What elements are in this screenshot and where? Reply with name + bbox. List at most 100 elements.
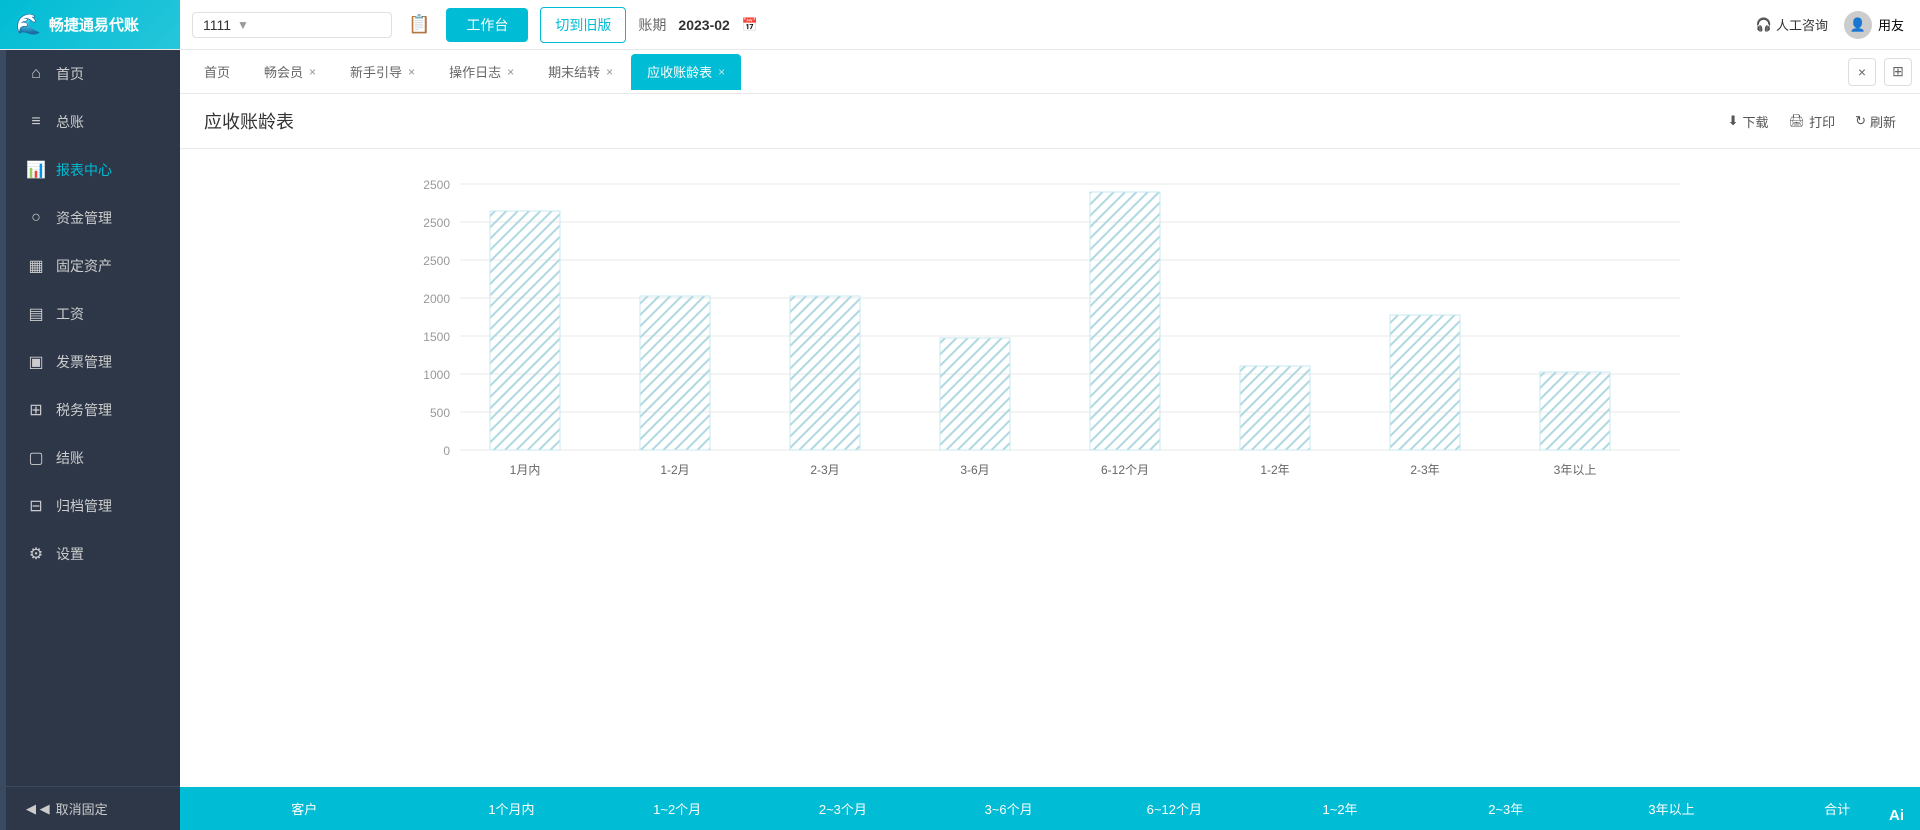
tab-log-close[interactable]: × (507, 65, 514, 79)
sidebar-item-funds[interactable]: ○ 资金管理 (0, 194, 180, 242)
sidebar-item-checkout[interactable]: ▢ 结账 (0, 434, 180, 482)
page-title: 应收账龄表 (204, 108, 294, 134)
tab-home[interactable]: 首页 (188, 54, 246, 90)
svg-text:2000: 2000 (423, 292, 450, 306)
consultation-label: 人工咨询 (1776, 15, 1828, 34)
sidebar-label-settings: 设置 (56, 544, 84, 564)
tab-vip[interactable]: 畅会员 × (248, 54, 332, 90)
tab-period-end[interactable]: 期末结转 × (532, 54, 629, 90)
invoice-icon: ▣ (26, 352, 46, 372)
main-layout: ⌂ 首页 ≡ 总账 📊 报表中心 ○ 资金管理 ▦ 固定资产 ▤ 工资 ▣ 发票… (0, 50, 1920, 830)
print-button[interactable]: 🖨 打印 (1789, 112, 1836, 131)
tab-log[interactable]: 操作日志 × (433, 54, 530, 90)
settings-icon: ⚙ (26, 544, 46, 564)
tab-guide-close[interactable]: × (408, 65, 415, 79)
company-name: 1111 (203, 17, 231, 33)
expand-tab-button[interactable]: ⊞ (1884, 58, 1912, 86)
tab-vip-close[interactable]: × (309, 65, 316, 79)
archive-sidebar-icon: ⊟ (26, 496, 46, 516)
svg-text:500: 500 (430, 406, 450, 420)
funds-icon: ○ (26, 209, 46, 227)
chart-area: 2500 2500 2500 2000 1500 1000 500 0 (180, 149, 1920, 787)
svg-text:0: 0 (443, 444, 450, 458)
bar-chart: 2500 2500 2500 2000 1500 1000 500 0 (204, 169, 1896, 549)
user-name: 用友 (1878, 15, 1904, 34)
tab-vip-label: 畅会员 (264, 62, 303, 81)
col-1-2m: 1~2个月 (594, 799, 760, 818)
refresh-label: 刷新 (1870, 112, 1896, 131)
checkout-icon: ▢ (26, 448, 46, 468)
svg-text:2-3月: 2-3月 (810, 463, 839, 477)
home-icon: ⌂ (26, 65, 46, 83)
reports-icon: 📊 (26, 160, 46, 180)
sidebar-item-tax[interactable]: ⊞ 税务管理 (0, 386, 180, 434)
header-actions: ⬇ 下载 🖨 打印 ↻ 刷新 (1728, 112, 1896, 131)
col-1m: 1个月内 (429, 799, 595, 818)
print-icon: 🖨 (1789, 113, 1806, 129)
sidebar-label-ledger: 总账 (56, 112, 84, 132)
headset-icon: 🎧 (1756, 17, 1772, 33)
app-name: 畅捷通易代账 (49, 14, 139, 35)
pin-icon: ◀ ◀ (26, 801, 50, 817)
print-label: 打印 (1809, 112, 1835, 131)
calendar-icon[interactable]: 📅 (742, 17, 758, 33)
download-icon: ⬇ (1728, 113, 1739, 129)
sidebar-item-invoice[interactable]: ▣ 发票管理 (0, 338, 180, 386)
svg-text:3-6月: 3-6月 (960, 463, 989, 477)
sidebar-item-home[interactable]: ⌂ 首页 (0, 50, 180, 98)
top-header: 🌊 畅捷通易代账 1111 ▼ 📋 工作台 切到旧版 账期 2023-02 📅 … (0, 0, 1920, 50)
switch-version-button[interactable]: 切到旧版 (540, 7, 626, 43)
ledger-icon: ≡ (26, 113, 46, 131)
sidebar-item-archive[interactable]: ⊟ 归档管理 (0, 482, 180, 530)
svg-text:2500: 2500 (423, 178, 450, 192)
sidebar-item-salary[interactable]: ▤ 工资 (0, 290, 180, 338)
period-value: 2023-02 (678, 17, 729, 33)
logo-icon: 🌊 (16, 12, 41, 37)
content-area: 首页 畅会员 × 新手引导 × 操作日志 × 期末结转 × 应收账龄表 × (180, 50, 1920, 830)
sidebar-label-checkout: 结账 (56, 448, 84, 468)
col-2-3y: 2~3年 (1423, 799, 1589, 818)
company-selector[interactable]: 1111 ▼ (192, 12, 392, 38)
tab-period-end-close[interactable]: × (606, 65, 613, 79)
tab-ar-aging[interactable]: 应收账龄表 × (631, 54, 741, 90)
workbench-button[interactable]: 工作台 (446, 8, 528, 42)
download-label: 下载 (1743, 112, 1769, 131)
header-right: 🎧 人工咨询 👤 用友 (1756, 11, 1904, 39)
sidebar-label-home: 首页 (56, 64, 84, 84)
assets-icon: ▦ (26, 256, 46, 276)
tab-guide-label: 新手引导 (350, 62, 402, 81)
table-header: 客户 1个月内 1~2个月 2~3个月 3~6个月 6~12个月 1~2年 2~… (180, 787, 1920, 830)
salary-icon: ▤ (26, 304, 46, 324)
page-content: 应收账龄表 ⬇ 下载 🖨 打印 ↻ 刷新 (180, 94, 1920, 830)
tax-icon: ⊞ (26, 400, 46, 420)
tab-bar: 首页 畅会员 × 新手引导 × 操作日志 × 期末结转 × 应收账龄表 × (180, 50, 1920, 94)
consultation-button[interactable]: 🎧 人工咨询 (1756, 15, 1828, 34)
logo-area: 🌊 畅捷通易代账 (0, 0, 180, 49)
svg-text:1月内: 1月内 (510, 463, 541, 477)
tab-ar-aging-close[interactable]: × (718, 65, 725, 79)
svg-text:1-2月: 1-2月 (660, 463, 689, 477)
chevron-down-icon: ▼ (237, 18, 249, 32)
cancel-fixed-button[interactable]: ◀ ◀ 取消固定 (26, 799, 160, 818)
download-button[interactable]: ⬇ 下载 (1728, 112, 1769, 131)
close-tab-button[interactable]: × (1848, 58, 1876, 86)
col-1-2y: 1~2年 (1257, 799, 1423, 818)
sidebar-label-salary: 工资 (56, 304, 84, 324)
sidebar-label-funds: 资金管理 (56, 208, 112, 228)
archive-icon[interactable]: 📋 (408, 14, 430, 35)
sidebar-item-ledger[interactable]: ≡ 总账 (0, 98, 180, 146)
sidebar-item-assets[interactable]: ▦ 固定资产 (0, 242, 180, 290)
tab-guide[interactable]: 新手引导 × (334, 54, 431, 90)
sidebar-label-reports: 报表中心 (56, 160, 112, 180)
ai-label[interactable]: Ai (1873, 801, 1920, 830)
sidebar-item-reports[interactable]: 📊 报表中心 (0, 146, 180, 194)
sidebar-item-settings[interactable]: ⚙ 设置 (0, 530, 180, 578)
refresh-button[interactable]: ↻ 刷新 (1855, 112, 1896, 131)
sidebar-label-invoice: 发票管理 (56, 352, 112, 372)
col-3y-plus: 3年以上 (1589, 799, 1755, 818)
sidebar-label-archive: 归档管理 (56, 496, 112, 516)
page-header: 应收账龄表 ⬇ 下载 🖨 打印 ↻ 刷新 (180, 94, 1920, 149)
tab-home-label: 首页 (204, 62, 230, 81)
user-area[interactable]: 👤 用友 (1844, 11, 1904, 39)
tab-actions: × ⊞ (1848, 58, 1912, 86)
